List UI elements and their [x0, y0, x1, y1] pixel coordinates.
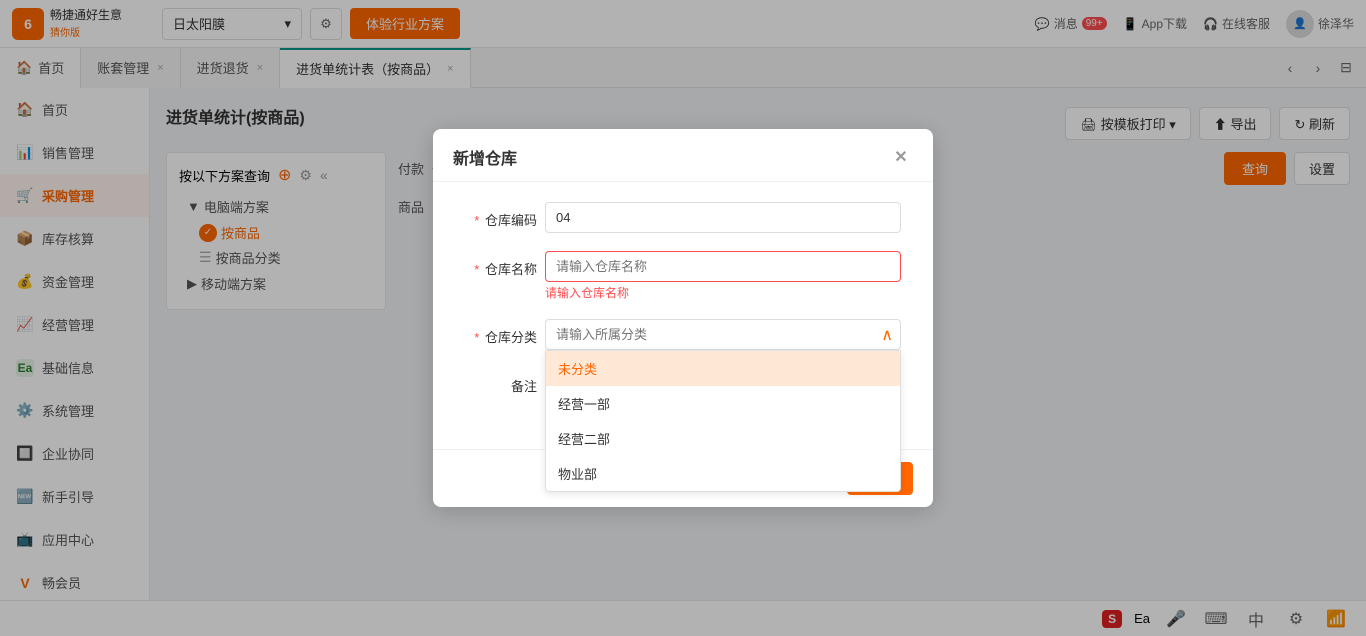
warehouse-category-input[interactable] — [545, 319, 901, 350]
code-label: * 仓库编码 — [465, 202, 545, 229]
warehouse-name-input[interactable] — [545, 251, 901, 282]
category-dropdown: 未分类 经营一部 经营二部 物业部 — [545, 350, 901, 492]
category-arrow-icon: ∧ — [881, 325, 893, 345]
dialog-close-button[interactable]: ✕ — [889, 145, 913, 169]
dropdown-item-0[interactable]: 未分类 — [546, 351, 900, 386]
form-row-code: * 仓库编码 — [465, 202, 901, 233]
category-label-text: 仓库分类 — [485, 330, 537, 345]
name-label: * 仓库名称 — [465, 251, 545, 278]
remark-label-text: 备注 — [511, 379, 537, 394]
dialog-body: * 仓库编码 * 仓库名称 请输入仓库名称 — [433, 182, 933, 431]
form-row-name: * 仓库名称 请输入仓库名称 — [465, 251, 901, 301]
dialog-header: 新增仓库 ✕ — [433, 129, 933, 182]
code-label-text: 仓库编码 — [485, 213, 537, 228]
name-label-text: 仓库名称 — [485, 262, 537, 277]
dialog-title: 新增仓库 — [453, 145, 517, 169]
warehouse-code-input[interactable] — [545, 202, 901, 233]
dropdown-item-1[interactable]: 经营一部 — [546, 386, 900, 421]
name-error-msg: 请输入仓库名称 — [545, 284, 901, 301]
category-field-wrap: ∧ 未分类 经营一部 经营二部 物业部 — [545, 319, 901, 350]
remark-label: 备注 — [465, 368, 545, 395]
name-field-wrap: 请输入仓库名称 — [545, 251, 901, 301]
dropdown-item-2[interactable]: 经营二部 — [546, 421, 900, 456]
category-label: * 仓库分类 — [465, 319, 545, 346]
name-required-star: * — [474, 262, 479, 277]
dialog-new-warehouse: 新增仓库 ✕ * 仓库编码 * 仓库名称 — [433, 129, 933, 507]
category-required-star: * — [474, 330, 479, 345]
dropdown-item-3[interactable]: 物业部 — [546, 456, 900, 491]
code-field-wrap — [545, 202, 901, 233]
form-row-category: * 仓库分类 ∧ 未分类 经营一部 经营二部 物业部 — [465, 319, 901, 350]
modal-overlay[interactable]: 新增仓库 ✕ * 仓库编码 * 仓库名称 — [0, 0, 1366, 636]
code-required-star: * — [474, 213, 479, 228]
